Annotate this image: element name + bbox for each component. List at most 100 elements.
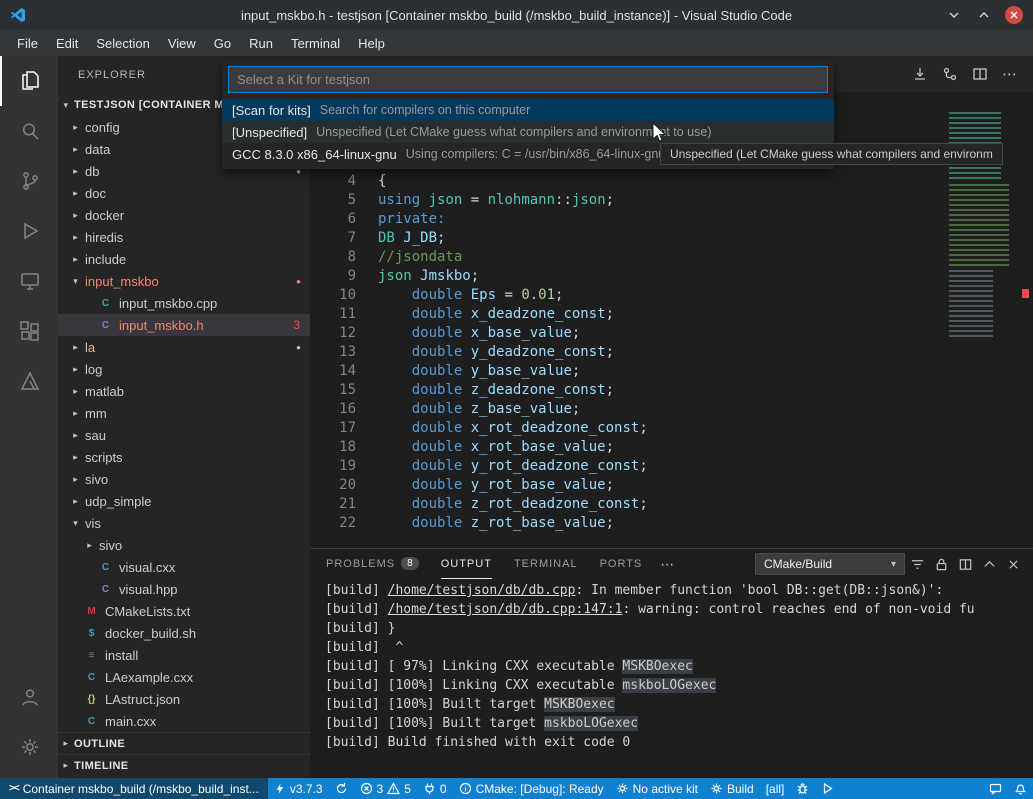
tree-folder-sau[interactable]: ▸ sau bbox=[58, 424, 310, 446]
accounts-icon[interactable] bbox=[0, 672, 58, 722]
code-line: 16 double z_base_value; bbox=[310, 400, 648, 419]
cmake-version-item[interactable]: v3.7.3 bbox=[268, 778, 329, 799]
menu-help[interactable]: Help bbox=[349, 33, 394, 54]
line-number: 7 bbox=[347, 230, 356, 246]
extensions-icon[interactable] bbox=[0, 306, 58, 356]
panel-tab-ports[interactable]: PORTS bbox=[600, 549, 643, 579]
tree-folder-log[interactable]: ▸ log bbox=[58, 358, 310, 380]
remote-label: Container mskbo_build (/mskbo_build_inst… bbox=[22, 781, 259, 796]
tree-folder-input_mskbo[interactable]: ▾ input_mskbo ● bbox=[58, 270, 310, 292]
remote-explorer-icon[interactable] bbox=[0, 256, 58, 306]
split-editor-icon[interactable] bbox=[972, 66, 988, 82]
tree-item-label: log bbox=[85, 361, 103, 377]
quickpick-item[interactable]: [Scan for kits] Search for compilers on t… bbox=[222, 99, 834, 121]
menu-run[interactable]: Run bbox=[240, 33, 282, 54]
settings-gear-icon[interactable] bbox=[0, 722, 58, 772]
output-line: [build] [100%] Built target mskboLOGexec bbox=[325, 716, 639, 731]
cmake-status-item[interactable]: CMake: [Debug]: Ready bbox=[453, 778, 610, 799]
build-target-item[interactable]: [all] bbox=[760, 778, 791, 799]
source-control-icon[interactable] bbox=[0, 156, 58, 206]
tree-file-LAexample.cxx[interactable]: C LAexample.cxx bbox=[58, 666, 310, 688]
download-icon[interactable] bbox=[912, 66, 928, 82]
panel-tabs: PROBLEMS 8 OUTPUT TERMINAL PORTS bbox=[326, 549, 642, 579]
code-line: 22 double z_rot_base_value; bbox=[310, 514, 648, 533]
cmake-view-icon[interactable] bbox=[0, 356, 58, 406]
tree-file-install[interactable]: ≡ install bbox=[58, 644, 310, 666]
open-changes-icon[interactable] bbox=[942, 66, 958, 82]
code-line: 20 double y_rot_base_value; bbox=[310, 476, 648, 495]
tree-folder-vis[interactable]: ▾ vis bbox=[58, 512, 310, 534]
problems-count-badge: 8 bbox=[401, 557, 419, 570]
chevron-down-icon: ▾ bbox=[73, 517, 78, 528]
quickpick-input-box bbox=[228, 66, 828, 93]
quickpick-item[interactable]: [Unspecified] Unspecified (Let CMake gues… bbox=[222, 121, 834, 143]
gear-icon bbox=[617, 783, 628, 794]
tree-folder-matlab[interactable]: ▸ matlab bbox=[58, 380, 310, 402]
menu-edit[interactable]: Edit bbox=[47, 33, 87, 54]
panel-tab-terminal[interactable]: TERMINAL bbox=[514, 549, 578, 579]
timeline-section-header[interactable]: ▸ TIMELINE bbox=[58, 754, 310, 776]
kit-selector-item[interactable]: No active kit bbox=[610, 778, 704, 799]
tree-folder-include[interactable]: ▸ include bbox=[58, 248, 310, 270]
tree-folder-udp_simple[interactable]: ▸ udp_simple bbox=[58, 490, 310, 512]
menu-file[interactable]: File bbox=[8, 33, 47, 54]
menu-selection[interactable]: Selection bbox=[87, 33, 158, 54]
panel-tab-problems[interactable]: PROBLEMS 8 bbox=[326, 549, 419, 579]
open-output-in-editor-icon[interactable] bbox=[953, 557, 977, 572]
tree-file-CMakeLists.txt[interactable]: M CMakeLists.txt bbox=[58, 600, 310, 622]
tree-file-docker_build.sh[interactable]: $ docker_build.sh bbox=[58, 622, 310, 644]
notifications-bell-icon[interactable] bbox=[1008, 778, 1033, 799]
launch-target-item[interactable] bbox=[815, 778, 840, 799]
output-console[interactable]: [build] /home/testjson/db/db.cpp: In mem… bbox=[310, 581, 1033, 778]
tree-folder-mm[interactable]: ▸ mm bbox=[58, 402, 310, 424]
output-channel-select[interactable]: CMake/Build ▾ bbox=[755, 553, 905, 575]
tree-item-label: input_mskbo.h bbox=[119, 317, 204, 333]
panel-tab-output[interactable]: OUTPUT bbox=[440, 549, 492, 579]
more-actions-icon[interactable]: ⋯ bbox=[1002, 65, 1017, 83]
search-icon[interactable] bbox=[0, 106, 58, 156]
line-number: 12 bbox=[339, 325, 356, 341]
menu-terminal[interactable]: Terminal bbox=[282, 33, 349, 54]
kit-label: No active kit bbox=[632, 781, 698, 796]
remote-indicator[interactable]: >< Container mskbo_build (/mskbo_build_i… bbox=[0, 778, 268, 799]
outline-section-header[interactable]: ▸ OUTLINE bbox=[58, 732, 310, 754]
tree-file-visual.hpp[interactable]: Cvisual.hpp bbox=[58, 578, 310, 600]
tree-item-label: visual.cxx bbox=[119, 559, 176, 575]
tree-file-main.cxx[interactable]: Cmain.cxx bbox=[58, 710, 310, 732]
problems-status-item[interactable]: 3 5 bbox=[354, 778, 417, 799]
warning-count: 5 bbox=[404, 781, 411, 796]
lock-scroll-icon[interactable] bbox=[929, 557, 953, 572]
remote-icon: >< bbox=[9, 783, 20, 794]
run-debug-icon[interactable] bbox=[0, 206, 58, 256]
tree-folder-doc[interactable]: ▸ doc bbox=[58, 182, 310, 204]
menu-go[interactable]: Go bbox=[205, 33, 240, 54]
tree-folder-la[interactable]: ▸ la ● bbox=[58, 336, 310, 358]
panel-more-tabs-icon[interactable]: ⋯ bbox=[660, 556, 674, 573]
tree-folder-sivo[interactable]: ▸ sivo bbox=[58, 534, 310, 556]
maximize-button[interactable] bbox=[975, 6, 993, 24]
close-button[interactable] bbox=[1005, 6, 1023, 24]
sync-status-item[interactable] bbox=[329, 778, 354, 799]
close-panel-icon[interactable] bbox=[1001, 557, 1025, 572]
maximize-panel-icon[interactable] bbox=[977, 557, 1001, 572]
filter-output-icon[interactable] bbox=[905, 557, 929, 572]
ports-status-item[interactable]: 0 bbox=[417, 778, 453, 799]
tree-folder-docker[interactable]: ▸ docker bbox=[58, 204, 310, 226]
tree-file-input_mskbo.cpp[interactable]: Cinput_mskbo.cpp bbox=[58, 292, 310, 314]
feedback-icon[interactable] bbox=[983, 778, 1008, 799]
file-type-icon-cpp: C bbox=[87, 671, 96, 683]
file-type-icon-json: {} bbox=[87, 693, 96, 705]
menu-view[interactable]: View bbox=[159, 33, 205, 54]
tree-folder-scripts[interactable]: ▸ scripts bbox=[58, 446, 310, 468]
minimize-button[interactable] bbox=[945, 6, 963, 24]
tree-folder-hiredis[interactable]: ▸ hiredis bbox=[58, 226, 310, 248]
tree-file-input_mskbo.h[interactable]: Cinput_mskbo.h 3 bbox=[58, 314, 310, 336]
tree-folder-sivo[interactable]: ▸ sivo bbox=[58, 468, 310, 490]
file-type-icon-cpp: C bbox=[101, 297, 110, 309]
tree-file-LAstruct.json[interactable]: {} LAstruct.json bbox=[58, 688, 310, 710]
quickpick-input[interactable] bbox=[229, 72, 827, 87]
debug-launch-item[interactable] bbox=[790, 778, 815, 799]
build-button[interactable]: Build bbox=[704, 778, 760, 799]
tree-file-visual.cxx[interactable]: Cvisual.cxx bbox=[58, 556, 310, 578]
explorer-view-icon[interactable] bbox=[0, 56, 58, 106]
